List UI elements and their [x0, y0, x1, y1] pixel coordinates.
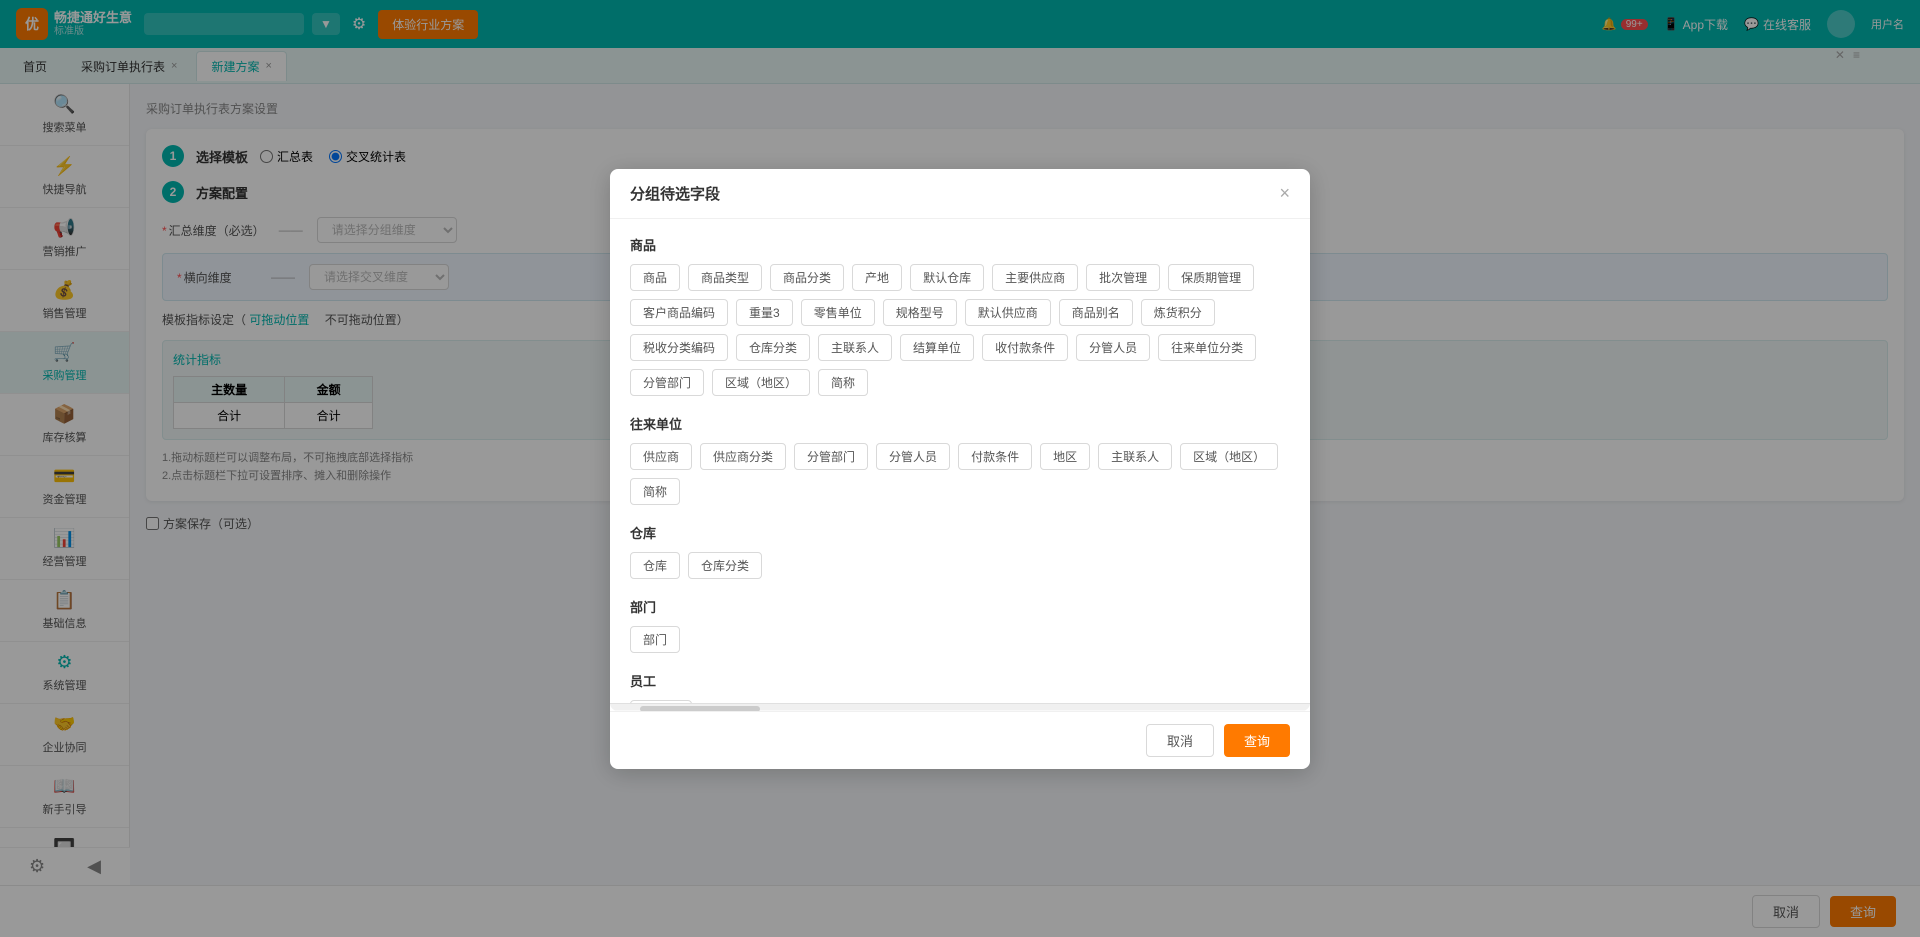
section-employee: 员工 业务员: [630, 671, 1290, 704]
modal-cancel-button[interactable]: 取消: [1146, 724, 1214, 757]
modal-close-button[interactable]: ×: [1279, 184, 1290, 202]
field-tag-default-warehouse[interactable]: 默认仓库: [910, 264, 984, 291]
section-department-title: 部门: [630, 597, 1290, 616]
field-tag-warehouse-category[interactable]: 仓库分类: [736, 334, 810, 361]
field-tag-refine-points[interactable]: 炼货积分: [1141, 299, 1215, 326]
field-tag-warehouse-cat[interactable]: 仓库分类: [688, 552, 762, 579]
field-tag-warehouse[interactable]: 仓库: [630, 552, 680, 579]
field-tag-main-supplier[interactable]: 主要供应商: [992, 264, 1078, 291]
section-department: 部门 部门: [630, 597, 1290, 653]
modal-horizontal-scrollbar[interactable]: [610, 703, 1310, 710]
field-tag-settlement-unit[interactable]: 结算单位: [900, 334, 974, 361]
field-tag-expiry-management[interactable]: 保质期管理: [1168, 264, 1254, 291]
field-tag-tax-code[interactable]: 税收分类编码: [630, 334, 728, 361]
field-tag-department[interactable]: 部门: [630, 626, 680, 653]
field-tag-partner-manager[interactable]: 分管人员: [876, 443, 950, 470]
modal-body: 商品 商品 商品类型 商品分类 产地 默认仓库 主要供应商 批次管理 保质期管理…: [610, 219, 1310, 704]
section-employee-title: 员工: [630, 671, 1290, 690]
field-tag-product-category[interactable]: 商品分类: [770, 264, 844, 291]
field-tag-spec-model[interactable]: 规格型号: [883, 299, 957, 326]
field-tag-partner-region[interactable]: 地区: [1040, 443, 1090, 470]
field-tag-product-alias[interactable]: 商品别名: [1059, 299, 1133, 326]
field-tag-partner-dept[interactable]: 分管部门: [794, 443, 868, 470]
field-tag-main-contact[interactable]: 主联系人: [818, 334, 892, 361]
field-tag-batch-management[interactable]: 批次管理: [1086, 264, 1160, 291]
modal-hscroll-thumb: [640, 706, 760, 710]
modal-confirm-button[interactable]: 查询: [1224, 724, 1290, 757]
section-product-title: 商品: [630, 235, 1290, 254]
modal-header: 分组待选字段 ×: [610, 169, 1310, 219]
section-warehouse: 仓库 仓库 仓库分类: [630, 523, 1290, 579]
section-warehouse-title: 仓库: [630, 523, 1290, 542]
field-tag-partner-payment[interactable]: 付款条件: [958, 443, 1032, 470]
field-select-modal: 分组待选字段 × 商品 商品 商品类型 商品分类 产地 默认仓库 主要供应商 批…: [610, 169, 1310, 769]
field-tag-retail-unit[interactable]: 零售单位: [801, 299, 875, 326]
section-partner-title: 往来单位: [630, 414, 1290, 433]
section-product-tags: 商品 商品类型 商品分类 产地 默认仓库 主要供应商 批次管理 保质期管理 客户…: [630, 264, 1290, 396]
section-department-tags: 部门: [630, 626, 1290, 653]
field-tag-managing-dept[interactable]: 分管部门: [630, 369, 704, 396]
field-tag-region-product[interactable]: 区域（地区）: [712, 369, 810, 396]
field-tag-customer-product-code[interactable]: 客户商品编码: [630, 299, 728, 326]
section-warehouse-tags: 仓库 仓库分类: [630, 552, 1290, 579]
field-tag-abbreviation-product[interactable]: 简称: [818, 369, 868, 396]
field-tag-supplier[interactable]: 供应商: [630, 443, 692, 470]
modal-title: 分组待选字段: [630, 183, 720, 204]
modal-overlay[interactable]: 分组待选字段 × 商品 商品 商品类型 商品分类 产地 默认仓库 主要供应商 批…: [0, 0, 1920, 937]
field-tag-product[interactable]: 商品: [630, 264, 680, 291]
field-tag-payment-terms[interactable]: 收付款条件: [982, 334, 1068, 361]
field-tag-weight3[interactable]: 重量3: [736, 299, 793, 326]
modal-footer: 取消 查询: [610, 711, 1310, 769]
section-partner: 往来单位 供应商 供应商分类 分管部门 分管人员 付款条件 地区 主联系人 区域…: [630, 414, 1290, 505]
field-tag-partner-category[interactable]: 往来单位分类: [1158, 334, 1256, 361]
field-tag-product-type[interactable]: 商品类型: [688, 264, 762, 291]
field-tag-manager[interactable]: 分管人员: [1076, 334, 1150, 361]
field-tag-partner-abbr[interactable]: 简称: [630, 478, 680, 505]
field-tag-partner-contact[interactable]: 主联系人: [1098, 443, 1172, 470]
field-tag-origin[interactable]: 产地: [852, 264, 902, 291]
field-tag-supplier-category[interactable]: 供应商分类: [700, 443, 786, 470]
field-tag-default-supplier[interactable]: 默认供应商: [965, 299, 1051, 326]
section-product: 商品 商品 商品类型 商品分类 产地 默认仓库 主要供应商 批次管理 保质期管理…: [630, 235, 1290, 396]
section-partner-tags: 供应商 供应商分类 分管部门 分管人员 付款条件 地区 主联系人 区域（地区） …: [630, 443, 1290, 505]
field-tag-partner-area[interactable]: 区域（地区）: [1180, 443, 1278, 470]
